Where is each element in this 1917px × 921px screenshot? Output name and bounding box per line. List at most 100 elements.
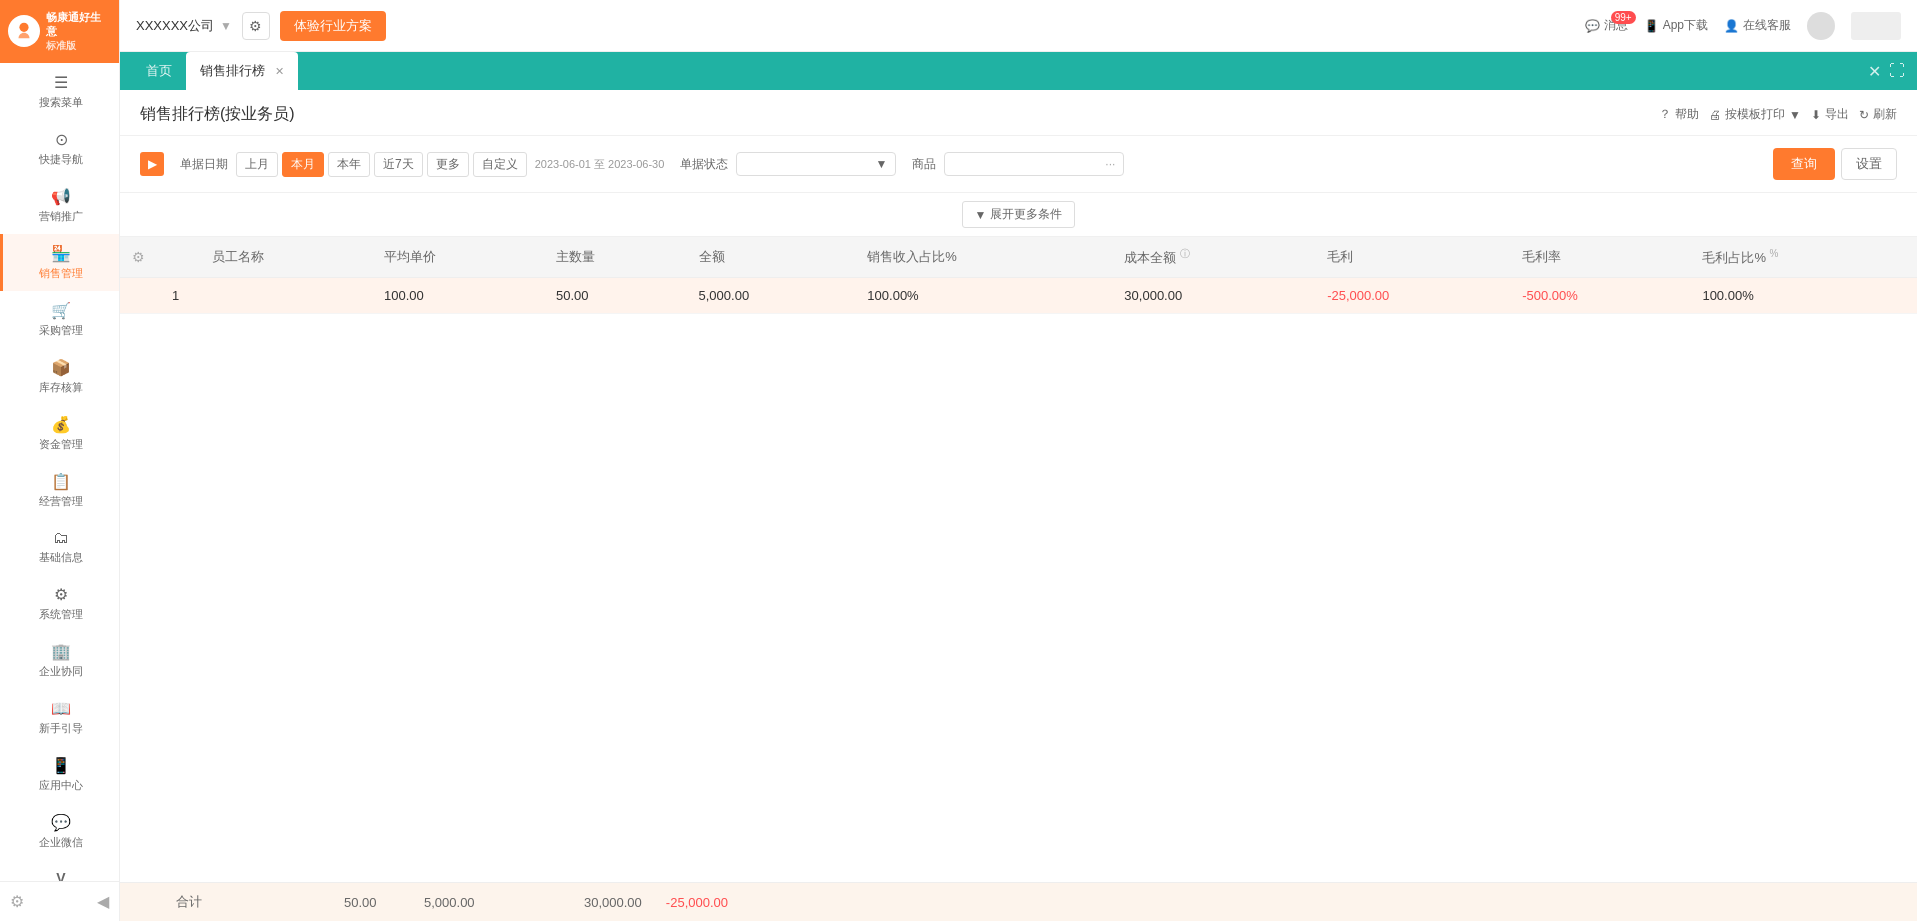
sidebar-item-beginner-label: 新手引导 bbox=[39, 721, 83, 736]
row-settings-cell bbox=[120, 278, 160, 314]
collapse-icon[interactable]: ◀ bbox=[97, 892, 109, 911]
finance-icon: 💰 bbox=[51, 415, 71, 434]
filter-toggle-btn[interactable]: ▶ bbox=[140, 152, 164, 176]
date-btn-last-month[interactable]: 上月 bbox=[236, 152, 278, 177]
tab-sales-rank[interactable]: 销售排行榜 ✕ bbox=[186, 52, 298, 90]
avatar-placeholder bbox=[1851, 12, 1901, 40]
quick-nav-icon: ⊙ bbox=[55, 130, 68, 149]
help-btn[interactable]: ？ 帮助 bbox=[1659, 106, 1699, 123]
sidebar-item-enterprise[interactable]: 🏢 企业协同 bbox=[0, 632, 119, 689]
sidebar-item-sys-mgmt[interactable]: ⚙ 系统管理 bbox=[0, 575, 119, 632]
tab-bar-right: ✕ ⛶ bbox=[1868, 62, 1905, 81]
export-btn[interactable]: ⬇ 导出 bbox=[1811, 106, 1849, 123]
sidebar: 畅康通好生意 标准版 ☰ 搜索菜单 ⊙ 快捷导航 📢 营销推广 🏪 销售管理 🛒… bbox=[0, 0, 120, 921]
enterprise-icon: 🏢 bbox=[51, 642, 71, 661]
logo-icon bbox=[8, 15, 40, 47]
search-orders-icon: ☰ bbox=[54, 73, 68, 92]
tab-close-window-icon[interactable]: ✕ bbox=[1868, 62, 1881, 81]
column-settings-icon[interactable]: ⚙ bbox=[132, 249, 145, 265]
sys-mgmt-icon: ⚙ bbox=[54, 585, 68, 604]
col-avg-price: 平均单价 bbox=[372, 237, 544, 278]
status-select[interactable]: ▼ bbox=[736, 152, 896, 176]
date-btn-this-month[interactable]: 本月 bbox=[282, 152, 324, 177]
vip-icon: V bbox=[56, 870, 65, 881]
trial-button[interactable]: 体验行业方案 bbox=[280, 11, 386, 41]
sidebar-item-enterprise-label: 企业协同 bbox=[39, 664, 83, 679]
query-button[interactable]: 查询 bbox=[1773, 148, 1835, 180]
inventory-icon: 📦 bbox=[51, 358, 71, 377]
sidebar-item-operations[interactable]: 📋 经营管理 bbox=[0, 462, 119, 519]
page-header: 销售排行榜(按业务员) ？ 帮助 🖨 按模板打印 ▼ ⬇ 导出 bbox=[120, 90, 1917, 136]
online-service-label: 在线客服 bbox=[1743, 17, 1791, 34]
refresh-label: 刷新 bbox=[1873, 106, 1897, 123]
date-btn-this-year[interactable]: 本年 bbox=[328, 152, 370, 177]
app-download-label: App下载 bbox=[1663, 17, 1708, 34]
export-icon: ⬇ bbox=[1811, 108, 1821, 122]
online-service-icon: 👤 bbox=[1724, 19, 1739, 33]
app-download-btn[interactable]: 📱 App下载 bbox=[1644, 17, 1708, 34]
tab-close-icon[interactable]: ✕ bbox=[275, 65, 284, 78]
basic-info-icon: 🗂 bbox=[53, 529, 69, 547]
settings-button[interactable]: 设置 bbox=[1841, 148, 1897, 180]
row-qty-cell: 50.00 bbox=[544, 278, 687, 314]
top-header: XXXXXX公司 ▼ ⚙ 体验行业方案 💬 消息 99+ 📱 App下载 👤 在… bbox=[120, 0, 1917, 52]
sidebar-item-sys-mgmt-label: 系统管理 bbox=[39, 607, 83, 622]
sidebar-item-basic-info[interactable]: 🗂 基础信息 bbox=[0, 519, 119, 575]
footer-amount: 5,000.00 bbox=[412, 895, 492, 910]
date-btn-custom[interactable]: 自定义 bbox=[473, 152, 527, 177]
col-amount: 全额 bbox=[687, 237, 856, 278]
sidebar-item-quick-nav[interactable]: ⊙ 快捷导航 bbox=[0, 120, 119, 177]
message-btn[interactable]: 💬 消息 99+ bbox=[1585, 17, 1628, 34]
avatar[interactable] bbox=[1807, 12, 1835, 40]
footer-gross-profit: -25,000.00 bbox=[654, 895, 740, 910]
print-icon: 🖨 bbox=[1709, 108, 1721, 122]
table-row: 1 100.00 50.00 5,000.00 100.00% 30,000.0… bbox=[120, 278, 1917, 314]
tab-home[interactable]: 首页 bbox=[132, 52, 186, 90]
sidebar-item-basic-info-label: 基础信息 bbox=[39, 550, 83, 565]
online-service-btn[interactable]: 👤 在线客服 bbox=[1724, 17, 1791, 34]
sidebar-item-vip[interactable]: V 畅会员 bbox=[0, 860, 119, 881]
tab-expand-icon[interactable]: ⛶ bbox=[1889, 62, 1905, 80]
settings-footer-icon[interactable]: ⚙ bbox=[10, 892, 24, 911]
expand-label: 展开更多条件 bbox=[990, 206, 1062, 223]
settings-btn[interactable]: ⚙ bbox=[242, 12, 270, 40]
sidebar-item-search-orders-label: 搜索菜单 bbox=[39, 95, 83, 110]
col-gross-pct: 毛利占比% % bbox=[1690, 237, 1917, 278]
row-rank-cell: 1 bbox=[160, 278, 200, 314]
sidebar-item-marketing[interactable]: 📢 营销推广 bbox=[0, 177, 119, 234]
refresh-btn[interactable]: ↻ 刷新 bbox=[1859, 106, 1897, 123]
row-gross-profit-cell: -25,000.00 bbox=[1315, 278, 1510, 314]
company-chevron-icon: ▼ bbox=[220, 19, 232, 33]
col-sales-pct: 销售收入占比% bbox=[855, 237, 1112, 278]
company-select[interactable]: XXXXXX公司 ▼ bbox=[136, 17, 232, 35]
company-name: XXXXXX公司 bbox=[136, 17, 214, 35]
template-print-btn[interactable]: 🖨 按模板打印 ▼ bbox=[1709, 106, 1801, 123]
app-download-icon: 📱 bbox=[1644, 19, 1659, 33]
goods-filter-group: 商品 ··· bbox=[912, 152, 1124, 176]
goods-filter-label: 商品 bbox=[912, 156, 936, 173]
sidebar-item-sales-mgmt-label: 销售管理 bbox=[39, 266, 83, 281]
help-icon: ？ bbox=[1659, 106, 1671, 123]
sidebar-item-search-orders[interactable]: ☰ 搜索菜单 bbox=[0, 63, 119, 120]
sidebar-item-app-center[interactable]: 📱 应用中心 bbox=[0, 746, 119, 803]
row-gross-margin-cell: -500.00% bbox=[1510, 278, 1690, 314]
sidebar-item-enterprise-wx[interactable]: 💬 企业微信 bbox=[0, 803, 119, 860]
date-btn-last-7days[interactable]: 近7天 bbox=[374, 152, 423, 177]
sidebar-item-purchase-mgmt[interactable]: 🛒 采购管理 bbox=[0, 291, 119, 348]
marketing-icon: 📢 bbox=[51, 187, 71, 206]
goods-input-wrap[interactable]: ··· bbox=[944, 152, 1124, 176]
sidebar-item-beginner[interactable]: 📖 新手引导 bbox=[0, 689, 119, 746]
sidebar-item-finance[interactable]: 💰 资金管理 bbox=[0, 405, 119, 462]
sidebar-item-sales-mgmt[interactable]: 🏪 销售管理 bbox=[0, 234, 119, 291]
table-header-row: ⚙ 员工名称 平均单价 主数量 bbox=[120, 237, 1917, 278]
header-right: 💬 消息 99+ 📱 App下载 👤 在线客服 bbox=[1585, 12, 1901, 40]
row-gross-pct-cell: 100.00% bbox=[1690, 278, 1917, 314]
page-title: 销售排行榜(按业务员) bbox=[140, 104, 295, 125]
col-gross-margin: 毛利率 bbox=[1510, 237, 1690, 278]
expand-conditions-btn[interactable]: ▼ 展开更多条件 bbox=[962, 201, 1076, 228]
sidebar-item-inventory-label: 库存核算 bbox=[39, 380, 83, 395]
sidebar-item-inventory[interactable]: 📦 库存核算 bbox=[0, 348, 119, 405]
col-cost-amount: 成本全额 ⓘ bbox=[1112, 237, 1315, 278]
sidebar-item-purchase-mgmt-label: 采购管理 bbox=[39, 323, 83, 338]
date-btn-more[interactable]: 更多 bbox=[427, 152, 469, 177]
